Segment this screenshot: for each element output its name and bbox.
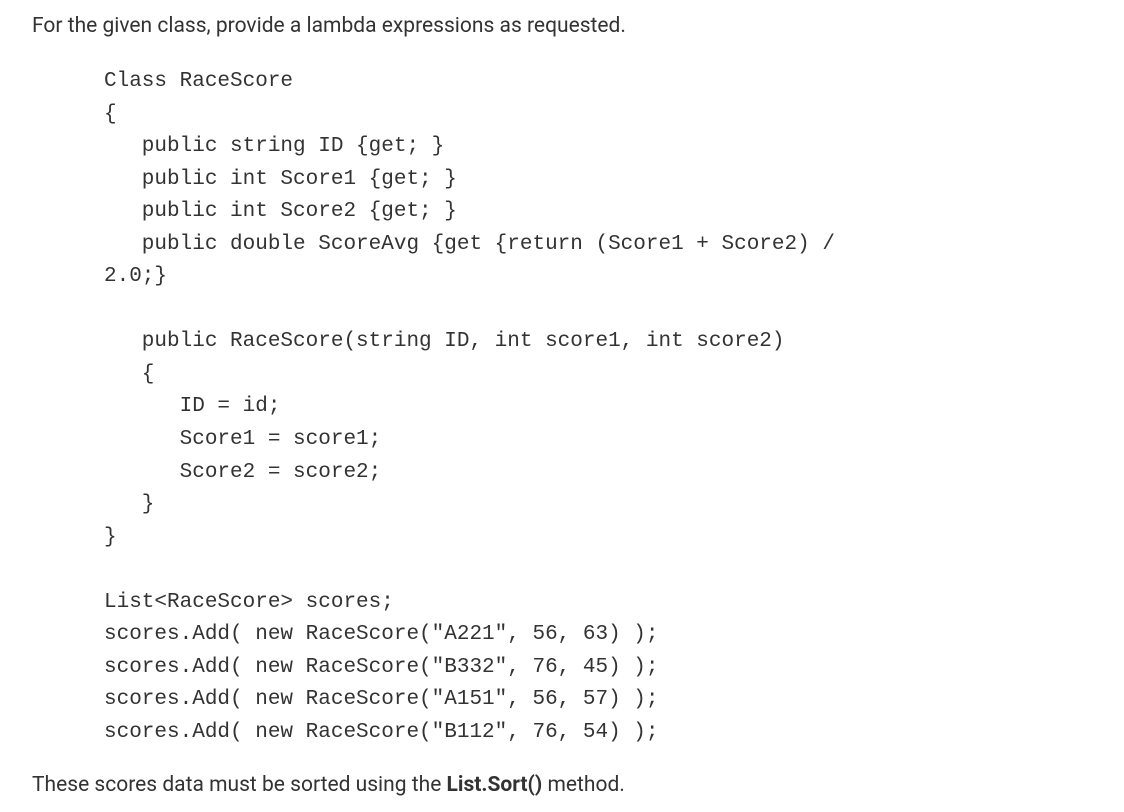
question-outro: These scores data must be sorted using t… [32, 773, 1092, 797]
outro-bold: List.Sort() [447, 773, 543, 797]
question-intro: For the given class, provide a lambda ex… [32, 14, 1092, 38]
outro-prefix: These scores data must be sorted using t… [32, 773, 447, 797]
outro-suffix: method. [542, 773, 625, 797]
code-snippet: Class RaceScore { public string ID {get;… [104, 66, 1092, 749]
